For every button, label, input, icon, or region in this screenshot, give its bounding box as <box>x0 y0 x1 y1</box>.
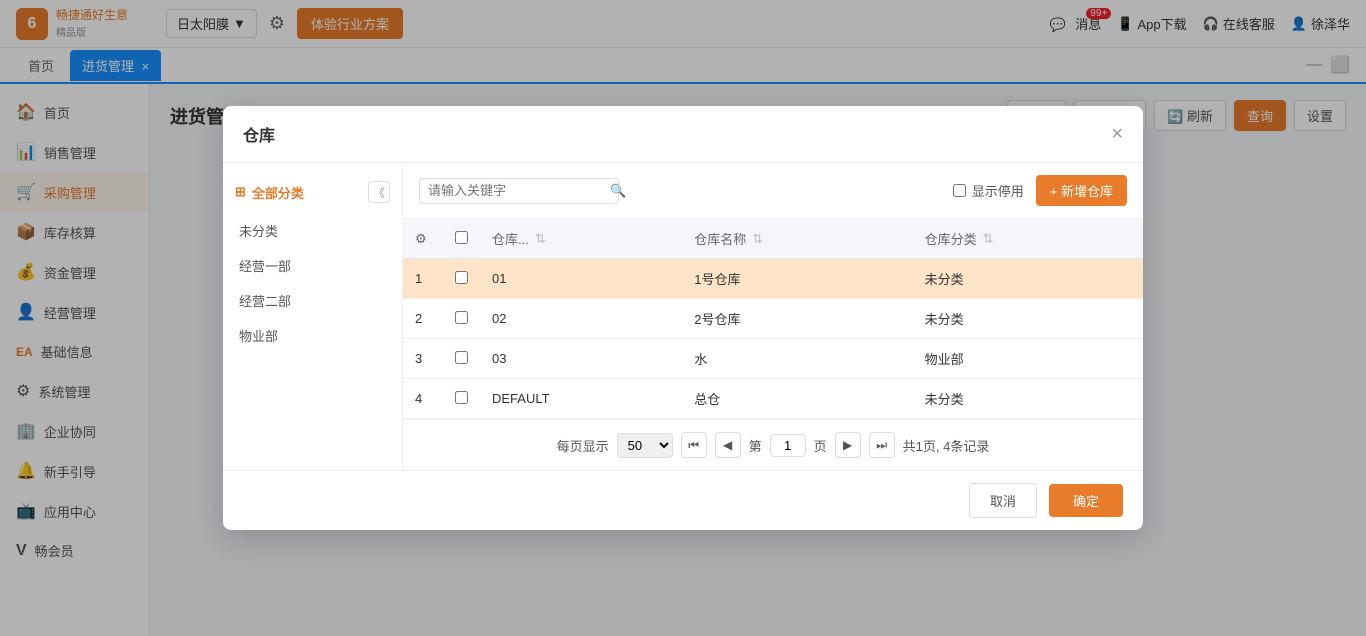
category-panel: ⊞ 全部分类 《 未分类 经营一部 经营二部 物业部 <box>223 163 403 470</box>
th-code: 仓库... ⇅ <box>480 219 682 259</box>
last-page-button[interactable]: ⏭ <box>869 432 895 458</box>
row-checkbox-cell <box>443 299 480 339</box>
row-name: 水 <box>682 339 912 379</box>
sort-category-icon: ⇅ <box>983 231 994 247</box>
confirm-button[interactable]: 确定 <box>1049 484 1123 517</box>
th-name: 仓库名称 ⇅ <box>682 219 912 259</box>
category-item-property[interactable]: 物业部 <box>223 318 402 353</box>
row-checkbox[interactable] <box>455 351 468 364</box>
table-row[interactable]: 3 03 水 物业部 <box>403 339 1143 379</box>
search-box: 🔍 <box>419 178 619 204</box>
category-header: ⊞ 全部分类 《 <box>223 175 402 213</box>
modal-title: 仓库 <box>243 122 275 146</box>
prev-page-button[interactable]: ◀ <box>715 432 741 458</box>
row-index: 1 <box>403 259 443 299</box>
data-table: ⚙ 仓库... ⇅ <box>403 219 1143 419</box>
category-title-text: 全部分类 <box>252 183 304 202</box>
category-item-ops2[interactable]: 经营二部 <box>223 283 402 318</box>
row-checkbox[interactable] <box>455 271 468 284</box>
page-number-input[interactable] <box>770 434 806 457</box>
toolbar-right: 显示停用 + 新增仓库 <box>953 175 1127 206</box>
row-category: 未分类 <box>913 259 1143 299</box>
total-info: 共1页, 4条记录 <box>903 436 990 455</box>
row-category: 物业部 <box>913 339 1143 379</box>
row-category: 未分类 <box>913 299 1143 339</box>
table-row[interactable]: 1 01 1号仓库 未分类 <box>403 259 1143 299</box>
modal-overlay: 仓库 × ⊞ 全部分类 《 未分类 经营一部 经营二部 物业部 <box>0 0 1366 636</box>
table-row[interactable]: 2 02 2号仓库 未分类 <box>403 299 1143 339</box>
row-index: 2 <box>403 299 443 339</box>
add-warehouse-button[interactable]: + 新增仓库 <box>1036 175 1127 206</box>
row-name: 1号仓库 <box>682 259 912 299</box>
modal-footer: 取消 确定 <box>223 470 1143 530</box>
category-title: ⊞ 全部分类 <box>235 183 304 202</box>
collapse-button[interactable]: 《 <box>368 181 390 203</box>
row-name: 2号仓库 <box>682 299 912 339</box>
pagination-bar: 每页显示 50 100 200 ⏮ ◀ 第 页 ▶ ⏭ 共1页, 4条记录 <box>403 419 1143 470</box>
row-category: 未分类 <box>913 379 1143 419</box>
warehouse-modal: 仓库 × ⊞ 全部分类 《 未分类 经营一部 经营二部 物业部 <box>223 106 1143 530</box>
modal-close-button[interactable]: × <box>1111 124 1123 144</box>
grid-icon: ⊞ <box>235 184 246 200</box>
search-input[interactable] <box>428 183 604 198</box>
sort-name-icon: ⇅ <box>752 231 763 247</box>
table-head: ⚙ 仓库... ⇅ <box>403 219 1143 259</box>
page-unit: 页 <box>814 436 827 455</box>
search-icon: 🔍 <box>610 183 626 199</box>
select-all-checkbox[interactable] <box>455 231 468 244</box>
row-checkbox-cell <box>443 339 480 379</box>
show-disabled-label[interactable]: 显示停用 <box>953 181 1024 200</box>
row-code: 02 <box>480 299 682 339</box>
sort-code-icon: ⇅ <box>535 231 546 247</box>
table-panel: 🔍 显示停用 + 新增仓库 <box>403 163 1143 470</box>
page-size-select[interactable]: 50 100 200 <box>617 433 673 458</box>
row-code: 03 <box>480 339 682 379</box>
th-settings: ⚙ <box>403 219 443 259</box>
cancel-button[interactable]: 取消 <box>969 483 1037 518</box>
row-checkbox-cell <box>443 259 480 299</box>
settings-col-icon: ⚙ <box>415 231 427 246</box>
row-checkbox[interactable] <box>455 311 468 324</box>
first-page-button[interactable]: ⏮ <box>681 432 707 458</box>
table-row[interactable]: 4 DEFAULT 总仓 未分类 <box>403 379 1143 419</box>
row-code: DEFAULT <box>480 379 682 419</box>
table-body: 1 01 1号仓库 未分类 2 <box>403 259 1143 419</box>
warehouse-table: ⚙ 仓库... ⇅ <box>403 219 1143 419</box>
row-index: 3 <box>403 339 443 379</box>
category-item-ops1[interactable]: 经营一部 <box>223 248 402 283</box>
page-word: 第 <box>749 436 762 455</box>
category-item-unclassified[interactable]: 未分类 <box>223 213 402 248</box>
modal-header: 仓库 × <box>223 106 1143 163</box>
page-size-label: 每页显示 <box>557 436 609 455</box>
row-checkbox[interactable] <box>455 391 468 404</box>
modal-body: ⊞ 全部分类 《 未分类 经营一部 经营二部 物业部 <box>223 163 1143 470</box>
th-category: 仓库分类 ⇅ <box>913 219 1143 259</box>
row-checkbox-cell <box>443 379 480 419</box>
table-toolbar: 🔍 显示停用 + 新增仓库 <box>403 163 1143 219</box>
th-checkbox <box>443 219 480 259</box>
next-page-button[interactable]: ▶ <box>835 432 861 458</box>
row-name: 总仓 <box>682 379 912 419</box>
row-index: 4 <box>403 379 443 419</box>
show-disabled-checkbox[interactable] <box>953 184 966 197</box>
row-code: 01 <box>480 259 682 299</box>
